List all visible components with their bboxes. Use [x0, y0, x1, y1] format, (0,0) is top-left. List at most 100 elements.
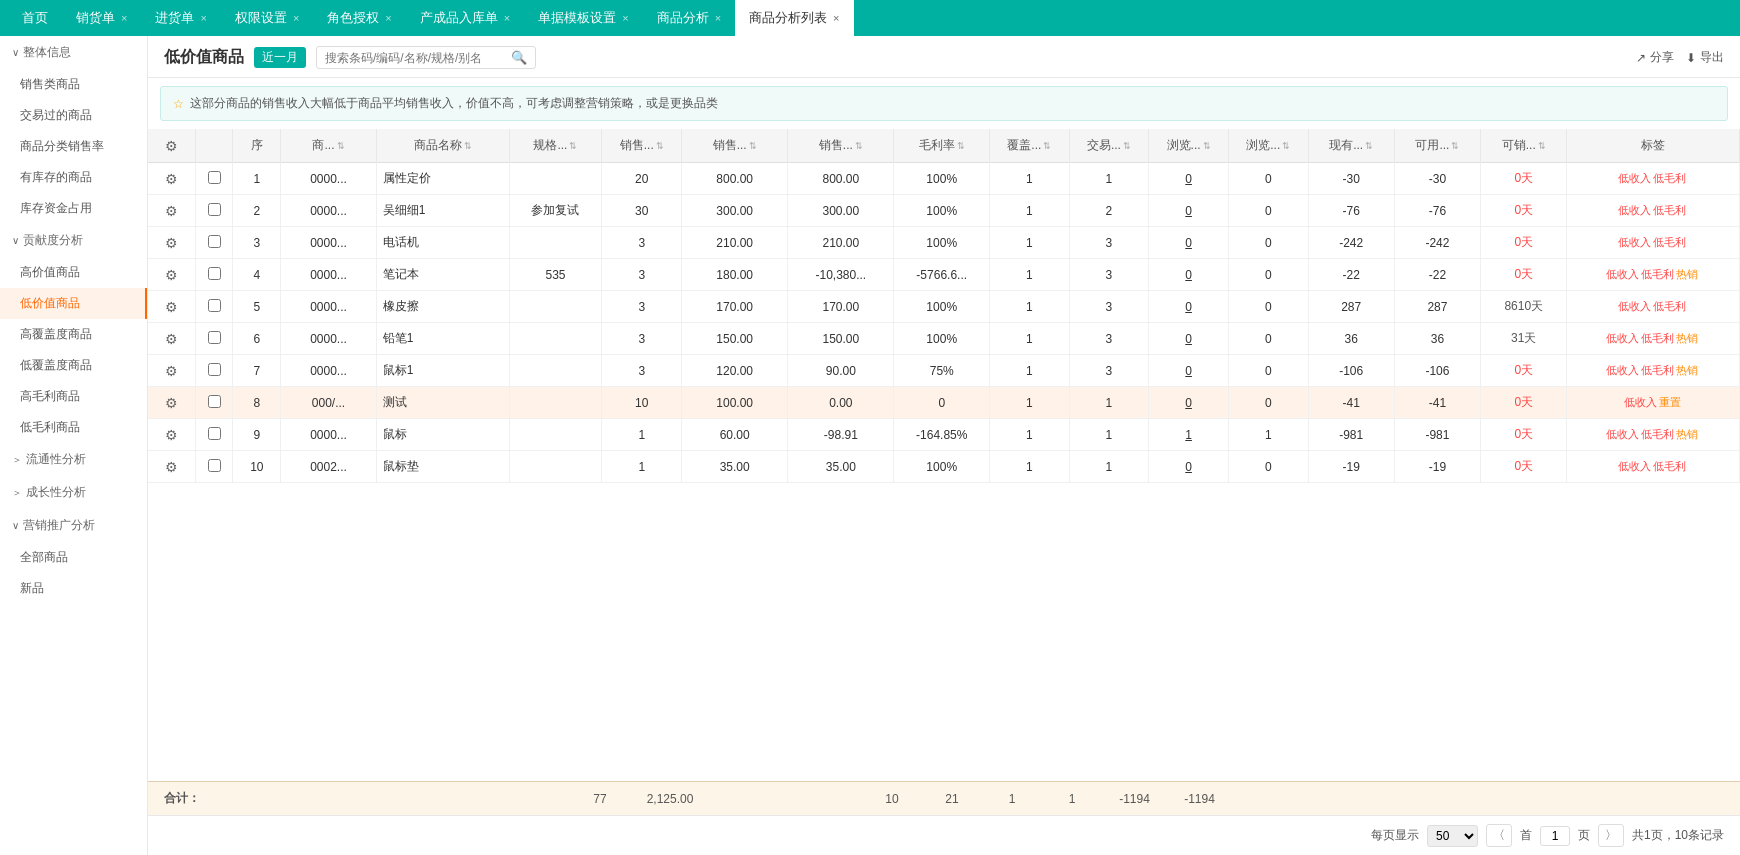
column-gross-margin[interactable]: 毛利率⇅ [894, 129, 990, 163]
gear-icon[interactable]: ⚙ [165, 138, 178, 154]
column-sales-amount[interactable]: 销售...⇅ [682, 129, 788, 163]
browse1[interactable]: 0 [1149, 355, 1229, 387]
share-button[interactable]: ↗ 分享 [1636, 49, 1674, 66]
table-row[interactable]: ⚙ 3 0000... 电话机 3 210.00 210.00 100% 1 3… [148, 227, 1740, 259]
sidebar-item-high-margin[interactable]: 高毛利商品 [0, 381, 147, 412]
browse1[interactable]: 0 [1149, 259, 1229, 291]
row-checkbox[interactable] [208, 235, 221, 248]
nav-home[interactable]: 首页 [8, 0, 62, 36]
nav-role-auth[interactable]: 角色授权× [313, 0, 405, 36]
row-checkbox[interactable] [208, 203, 221, 216]
column-gear[interactable]: ⚙ [148, 129, 196, 163]
browse1[interactable]: 0 [1149, 227, 1229, 259]
nav-purchase-order[interactable]: 进货单× [141, 0, 220, 36]
sidebar-item-category-sales-rate[interactable]: 商品分类销售率 [0, 131, 147, 162]
close-icon[interactable]: × [200, 12, 206, 24]
page-size-select[interactable]: 50 100 200 [1427, 825, 1478, 847]
row-checkbox[interactable] [208, 267, 221, 280]
next-page-button[interactable]: 〉 [1598, 824, 1624, 847]
column-sales-profit[interactable]: 销售...⇅ [788, 129, 894, 163]
sidebar-group-contribution[interactable]: ∨ 贡献度分析 [0, 224, 147, 257]
row-checkbox[interactable] [208, 395, 221, 408]
checkbox-cell[interactable] [196, 387, 233, 419]
table-row[interactable]: ⚙ 5 0000... 橡皮擦 3 170.00 170.00 100% 1 3… [148, 291, 1740, 323]
gear-cell[interactable]: ⚙ [148, 323, 196, 355]
sidebar-item-low-value[interactable]: 低价值商品 [0, 288, 147, 319]
column-name[interactable]: 商品名称⇅ [376, 129, 509, 163]
close-icon[interactable]: × [121, 12, 127, 24]
gear-cell[interactable]: ⚙ [148, 291, 196, 323]
browse1[interactable]: 0 [1149, 163, 1229, 195]
sidebar-item-low-margin[interactable]: 低毛利商品 [0, 412, 147, 443]
gear-icon[interactable]: ⚙ [165, 331, 178, 347]
gear-icon[interactable]: ⚙ [165, 363, 178, 379]
column-trade[interactable]: 交易...⇅ [1069, 129, 1149, 163]
sidebar-item-sales-products[interactable]: 销售类商品 [0, 69, 147, 100]
sidebar-group-marketing[interactable]: ∨ 营销推广分析 [0, 509, 147, 542]
table-row[interactable]: ⚙ 1 0000... 属性定价 20 800.00 800.00 100% 1… [148, 163, 1740, 195]
column-available[interactable]: 可用...⇅ [1394, 129, 1480, 163]
browse1[interactable]: 0 [1149, 291, 1229, 323]
gear-cell[interactable]: ⚙ [148, 195, 196, 227]
column-sellable[interactable]: 可销...⇅ [1481, 129, 1567, 163]
row-checkbox[interactable] [208, 331, 221, 344]
search-input[interactable] [325, 51, 505, 65]
close-icon[interactable]: × [622, 12, 628, 24]
sidebar-item-stock-funds[interactable]: 库存资金占用 [0, 193, 147, 224]
table-row[interactable]: ⚙ 4 0000... 笔记本 535 3 180.00 -10,380... … [148, 259, 1740, 291]
sidebar-group-overall[interactable]: ∨ 整体信息 [0, 36, 147, 69]
nav-template-settings[interactable]: 单据模板设置× [524, 0, 642, 36]
sidebar-item-high-value[interactable]: 高价值商品 [0, 257, 147, 288]
nav-product-stock[interactable]: 产成品入库单× [406, 0, 524, 36]
gear-cell[interactable]: ⚙ [148, 227, 196, 259]
gear-icon[interactable]: ⚙ [165, 235, 178, 251]
column-sales-qty[interactable]: 销售...⇅ [602, 129, 682, 163]
column-browse1[interactable]: 浏览...⇅ [1149, 129, 1229, 163]
browse1[interactable]: 1 [1149, 419, 1229, 451]
sidebar-item-stocked-products[interactable]: 有库存的商品 [0, 162, 147, 193]
checkbox-cell[interactable] [196, 291, 233, 323]
close-icon[interactable]: × [715, 12, 721, 24]
row-checkbox[interactable] [208, 459, 221, 472]
column-coverage[interactable]: 覆盖...⇅ [990, 129, 1070, 163]
checkbox-cell[interactable] [196, 323, 233, 355]
sidebar-item-high-coverage[interactable]: 高覆盖度商品 [0, 319, 147, 350]
sidebar-item-low-coverage[interactable]: 低覆盖度商品 [0, 350, 147, 381]
checkbox-cell[interactable] [196, 163, 233, 195]
sidebar-item-all-products[interactable]: 全部商品 [0, 542, 147, 573]
row-checkbox[interactable] [208, 299, 221, 312]
checkbox-cell[interactable] [196, 259, 233, 291]
gear-icon[interactable]: ⚙ [165, 299, 178, 315]
sidebar-group-growth[interactable]: ＞ 成长性分析 [0, 476, 147, 509]
table-row[interactable]: ⚙ 9 0000... 鼠标 1 60.00 -98.91 -164.85% 1… [148, 419, 1740, 451]
table-row[interactable]: ⚙ 7 0000... 鼠标1 3 120.00 90.00 75% 1 3 0… [148, 355, 1740, 387]
gear-icon[interactable]: ⚙ [165, 427, 178, 443]
gear-icon[interactable]: ⚙ [165, 395, 178, 411]
checkbox-cell[interactable] [196, 419, 233, 451]
close-icon[interactable]: × [385, 12, 391, 24]
checkbox-cell[interactable] [196, 451, 233, 483]
column-code[interactable]: 商...⇅ [281, 129, 377, 163]
sidebar-item-new-products[interactable]: 新品 [0, 573, 147, 604]
gear-cell[interactable]: ⚙ [148, 163, 196, 195]
gear-icon[interactable]: ⚙ [165, 459, 178, 475]
row-checkbox[interactable] [208, 171, 221, 184]
table-row[interactable]: ⚙ 6 0000... 铅笔1 3 150.00 150.00 100% 1 3… [148, 323, 1740, 355]
close-icon[interactable]: × [833, 12, 839, 24]
sidebar-item-traded-products[interactable]: 交易过的商品 [0, 100, 147, 131]
gear-icon[interactable]: ⚙ [165, 203, 178, 219]
filter-tag-button[interactable]: 近一月 [254, 47, 306, 68]
checkbox-cell[interactable] [196, 355, 233, 387]
gear-cell[interactable]: ⚙ [148, 259, 196, 291]
nav-product-analysis[interactable]: 商品分析× [643, 0, 735, 36]
close-icon[interactable]: × [504, 12, 510, 24]
nav-product-analysis-list[interactable]: 商品分析列表× [735, 0, 853, 36]
gear-icon[interactable]: ⚙ [165, 267, 178, 283]
page-number-input[interactable] [1540, 826, 1570, 846]
row-checkbox[interactable] [208, 427, 221, 440]
browse1[interactable]: 0 [1149, 451, 1229, 483]
checkbox-cell[interactable] [196, 195, 233, 227]
search-icon[interactable]: 🔍 [511, 50, 527, 65]
checkbox-cell[interactable] [196, 227, 233, 259]
gear-cell[interactable]: ⚙ [148, 451, 196, 483]
